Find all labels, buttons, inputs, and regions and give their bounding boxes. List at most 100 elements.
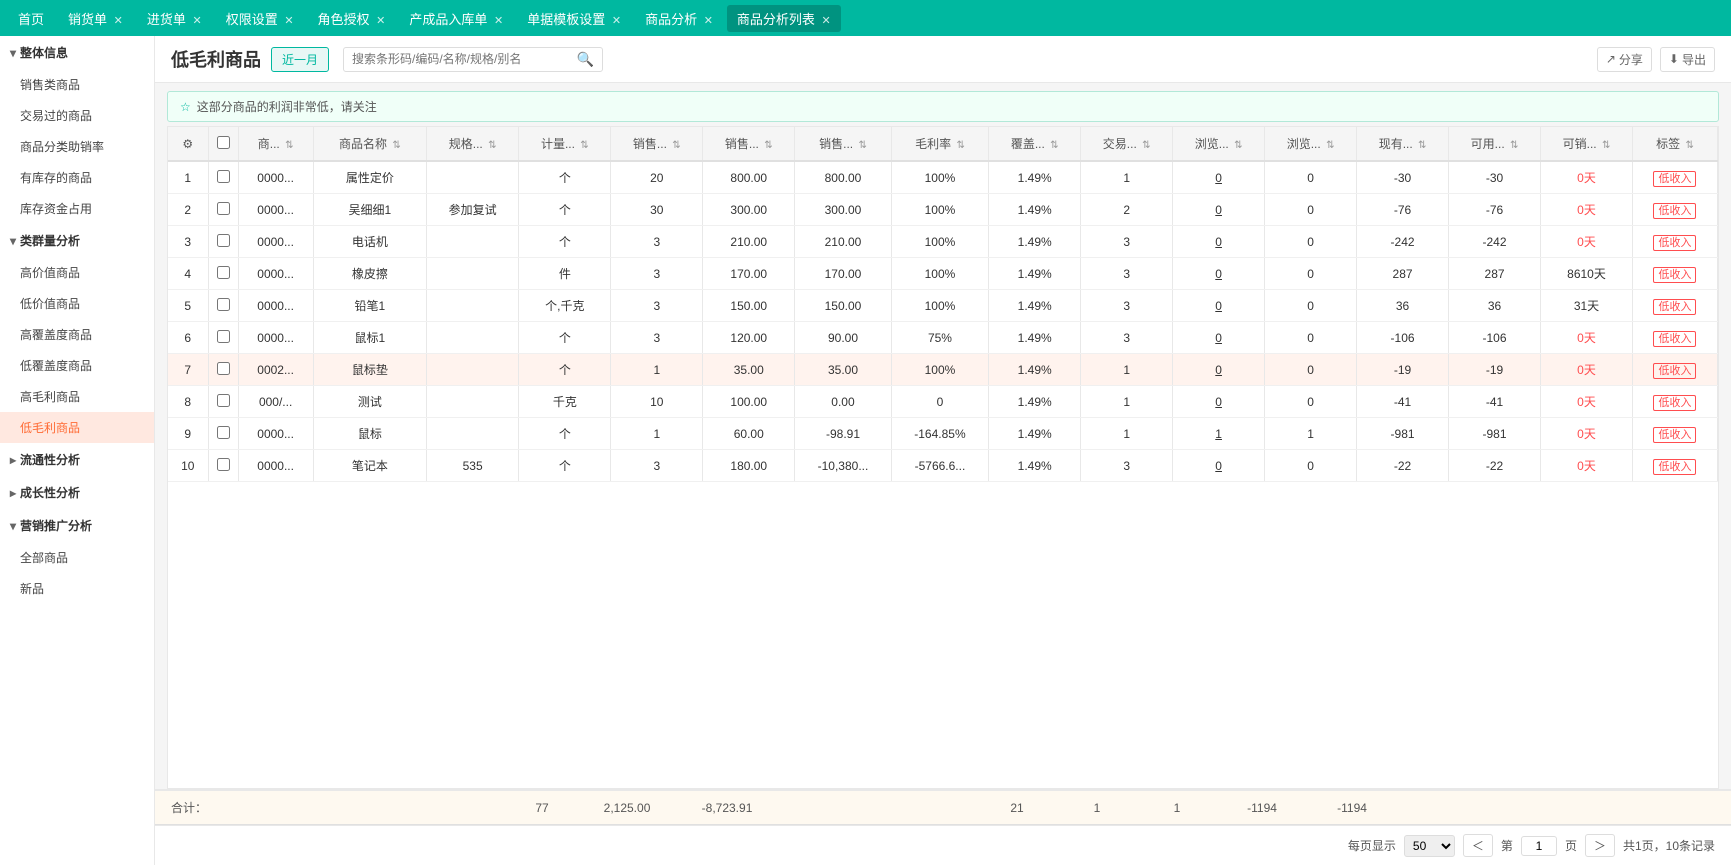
col-trade[interactable]: 交易... ⇅ (1081, 127, 1173, 161)
nav-roles[interactable]: 角色授权 ✕ (308, 5, 396, 32)
col-name[interactable]: 商品名称 ⇅ (313, 127, 426, 161)
sidebar-item-new-goods[interactable]: 新品 (0, 573, 154, 604)
cell-view1[interactable]: 0 (1173, 322, 1265, 354)
sidebar-group-marketing[interactable]: ▾ 营销推广分析 (0, 509, 154, 542)
col-current[interactable]: 现有... ⇅ (1357, 127, 1449, 161)
nav-close-purchase[interactable]: ✕ (192, 15, 201, 27)
nav-close-products[interactable]: ✕ (494, 15, 503, 27)
view1-link[interactable]: 1 (1215, 427, 1222, 441)
view1-link[interactable]: 0 (1215, 363, 1222, 377)
nav-analysis[interactable]: 商品分析 ✕ (635, 5, 723, 32)
cell-view1[interactable]: 0 (1173, 194, 1265, 226)
row-checkbox[interactable] (217, 170, 230, 183)
row-checkbox[interactable] (217, 202, 230, 215)
cell-check[interactable] (208, 226, 238, 258)
col-settings[interactable]: ⚙ (168, 127, 208, 161)
nav-close-sales[interactable]: ✕ (114, 15, 123, 27)
view1-link[interactable]: 0 (1215, 203, 1222, 217)
nav-close-perms[interactable]: ✕ (284, 15, 293, 27)
col-amount[interactable]: 销售... ⇅ (795, 127, 891, 161)
nav-perms[interactable]: 权限设置 ✕ (216, 5, 304, 32)
sidebar-item-capital[interactable]: 库存资金占用 (0, 193, 154, 224)
cell-check[interactable] (208, 290, 238, 322)
search-input[interactable] (352, 52, 577, 66)
table-container[interactable]: ⚙ 商... ⇅ 商品名称 ⇅ 规格... ⇅ 计量... ⇅ 销售... ⇅ … (167, 126, 1719, 789)
nav-close-roles[interactable]: ✕ (376, 15, 385, 27)
sidebar-group-overview[interactable]: ▾ 整体信息 (0, 36, 154, 69)
view1-link[interactable]: 0 (1215, 235, 1222, 249)
sidebar-item-all-goods[interactable]: 全部商品 (0, 542, 154, 573)
col-code[interactable]: 商... ⇅ (238, 127, 313, 161)
view1-link[interactable]: 0 (1215, 171, 1222, 185)
view1-link[interactable]: 0 (1215, 299, 1222, 313)
cell-check[interactable] (208, 194, 238, 226)
row-checkbox[interactable] (217, 362, 230, 375)
sidebar-group-growth[interactable]: ▸ 成长性分析 (0, 476, 154, 509)
nav-sales[interactable]: 销货单 ✕ (58, 5, 133, 32)
cell-view1[interactable]: 1 (1173, 418, 1265, 450)
nav-analysis-list[interactable]: 商品分析列表 ✕ (727, 5, 841, 32)
nav-purchase[interactable]: 进货单 ✕ (137, 5, 212, 32)
row-checkbox[interactable] (217, 266, 230, 279)
cell-check[interactable] (208, 161, 238, 194)
cell-view1[interactable]: 0 (1173, 226, 1265, 258)
nav-templates[interactable]: 单据模板设置 ✕ (517, 5, 631, 32)
next-page-btn[interactable]: ＞ (1585, 834, 1615, 857)
row-checkbox[interactable] (217, 458, 230, 471)
col-qty[interactable]: 销售... ⇅ (611, 127, 703, 161)
sidebar-item-category-rate[interactable]: 商品分类助销率 (0, 131, 154, 162)
col-spec[interactable]: 规格... ⇅ (426, 127, 518, 161)
sidebar-item-stock-goods[interactable]: 有库存的商品 (0, 162, 154, 193)
export-btn[interactable]: ⬇ 导出 (1660, 47, 1715, 72)
col-margin[interactable]: 毛利率 ⇅ (891, 127, 988, 161)
sidebar-item-high-margin[interactable]: 高毛利商品 (0, 381, 154, 412)
col-view2[interactable]: 浏览... ⇅ (1265, 127, 1357, 161)
share-btn[interactable]: ↗ 分享 (1597, 47, 1652, 72)
col-unit[interactable]: 计量... ⇅ (519, 127, 611, 161)
sidebar-item-high-value[interactable]: 高价值商品 (0, 257, 154, 288)
row-checkbox[interactable] (217, 298, 230, 311)
cell-view1[interactable]: 0 (1173, 161, 1265, 194)
nav-close-analysis-list[interactable]: ✕ (822, 15, 831, 27)
col-saleable[interactable]: 可销... ⇅ (1541, 127, 1633, 161)
nav-home[interactable]: 首页 (8, 5, 54, 32)
col-price[interactable]: 销售... ⇅ (703, 127, 795, 161)
cell-check[interactable] (208, 386, 238, 418)
view1-link[interactable]: 0 (1215, 459, 1222, 473)
cell-check[interactable] (208, 258, 238, 290)
page-input[interactable] (1521, 836, 1557, 856)
cell-check[interactable] (208, 322, 238, 354)
col-available[interactable]: 可用... ⇅ (1449, 127, 1541, 161)
nav-products[interactable]: 产成品入库单 ✕ (399, 5, 513, 32)
cell-check[interactable] (208, 418, 238, 450)
cell-view1[interactable]: 0 (1173, 354, 1265, 386)
sidebar-item-traded-goods[interactable]: 交易过的商品 (0, 100, 154, 131)
nav-close-analysis[interactable]: ✕ (704, 15, 713, 27)
col-coverage[interactable]: 覆盖... ⇅ (989, 127, 1081, 161)
per-page-select[interactable]: 50 100 200 (1404, 835, 1455, 857)
cell-view1[interactable]: 0 (1173, 258, 1265, 290)
prev-page-btn[interactable]: ＜ (1463, 834, 1493, 857)
search-icon[interactable]: 🔍 (577, 51, 594, 68)
view1-link[interactable]: 0 (1215, 395, 1222, 409)
cell-check[interactable] (208, 354, 238, 386)
sidebar-item-low-value[interactable]: 低价值商品 (0, 288, 154, 319)
sidebar-item-low-margin[interactable]: 低毛利商品 (0, 412, 154, 443)
sidebar-group-flow[interactable]: ▸ 流通性分析 (0, 443, 154, 476)
row-checkbox[interactable] (217, 330, 230, 343)
sidebar-item-sales-goods[interactable]: 销售类商品 (0, 69, 154, 100)
col-view1[interactable]: 浏览... ⇅ (1173, 127, 1265, 161)
select-all-checkbox[interactable] (217, 136, 230, 149)
cell-check[interactable] (208, 450, 238, 482)
row-checkbox[interactable] (217, 426, 230, 439)
filter-month-btn[interactable]: 近一月 (271, 47, 329, 72)
view1-link[interactable]: 0 (1215, 331, 1222, 345)
row-checkbox[interactable] (217, 394, 230, 407)
sidebar-item-high-coverage[interactable]: 高覆盖度商品 (0, 319, 154, 350)
sidebar-group-cluster[interactable]: ▾ 类群量分析 (0, 224, 154, 257)
cell-view1[interactable]: 0 (1173, 290, 1265, 322)
col-tag[interactable]: 标签 ⇅ (1632, 127, 1717, 161)
sidebar-item-low-coverage[interactable]: 低覆盖度商品 (0, 350, 154, 381)
cell-view1[interactable]: 0 (1173, 386, 1265, 418)
row-checkbox[interactable] (217, 234, 230, 247)
